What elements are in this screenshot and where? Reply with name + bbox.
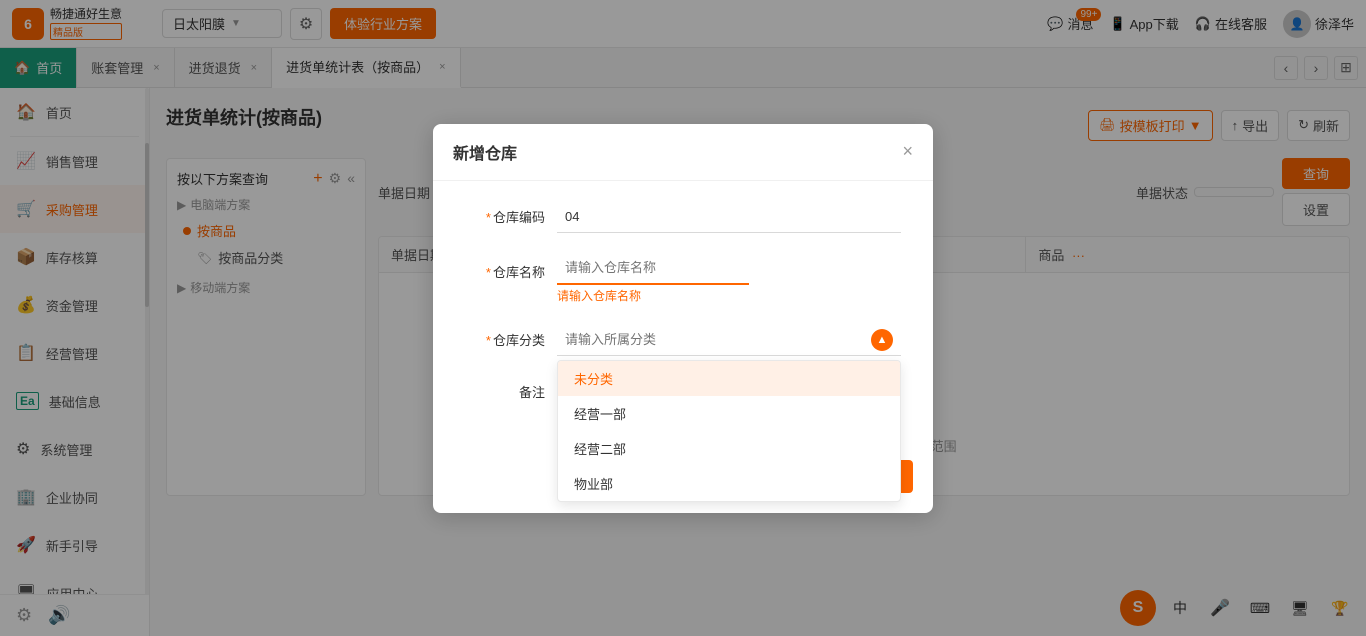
form-row-code: 仓库编码 <box>465 201 901 233</box>
modal-overlay[interactable]: 新增仓库 × 仓库编码 仓库名称 请输入仓库名称 仓库分类 <box>0 0 1366 636</box>
modal-close-icon[interactable]: × <box>902 141 913 162</box>
category-dropdown[interactable]: ▲ 未分类 经营一部 经营二部 物业部 <box>557 324 901 356</box>
dropdown-option-unclassified[interactable]: 未分类 <box>558 361 900 396</box>
modal-header: 新增仓库 × <box>433 124 933 181</box>
name-input[interactable] <box>557 253 749 285</box>
form-row-name: 仓库名称 请输入仓库名称 <box>465 253 901 304</box>
name-error-msg: 请输入仓库名称 <box>557 287 641 304</box>
note-label: 备注 <box>465 376 545 401</box>
category-input[interactable] <box>557 324 901 356</box>
name-error-area: 请输入仓库名称 <box>557 285 641 304</box>
dropdown-option-dept1[interactable]: 经营一部 <box>558 396 900 431</box>
modal-body: 仓库编码 仓库名称 请输入仓库名称 仓库分类 ▲ <box>433 181 933 448</box>
dropdown-option-dept2[interactable]: 经营二部 <box>558 431 900 466</box>
dropdown-list: 未分类 经营一部 经营二部 物业部 <box>557 360 901 502</box>
dropdown-arrow-icon[interactable]: ▲ <box>871 329 893 351</box>
dropdown-option-property[interactable]: 物业部 <box>558 466 900 501</box>
code-input[interactable] <box>557 201 901 233</box>
category-label: 仓库分类 <box>465 324 545 349</box>
modal-title: 新增仓库 <box>453 140 517 164</box>
name-row-inner: 仓库名称 <box>465 253 749 285</box>
name-label: 仓库名称 <box>465 256 545 281</box>
modal-new-warehouse: 新增仓库 × 仓库编码 仓库名称 请输入仓库名称 仓库分类 <box>433 124 933 513</box>
form-row-category: 仓库分类 ▲ 未分类 经营一部 经营二部 物业部 <box>465 324 901 356</box>
code-label: 仓库编码 <box>465 201 545 226</box>
